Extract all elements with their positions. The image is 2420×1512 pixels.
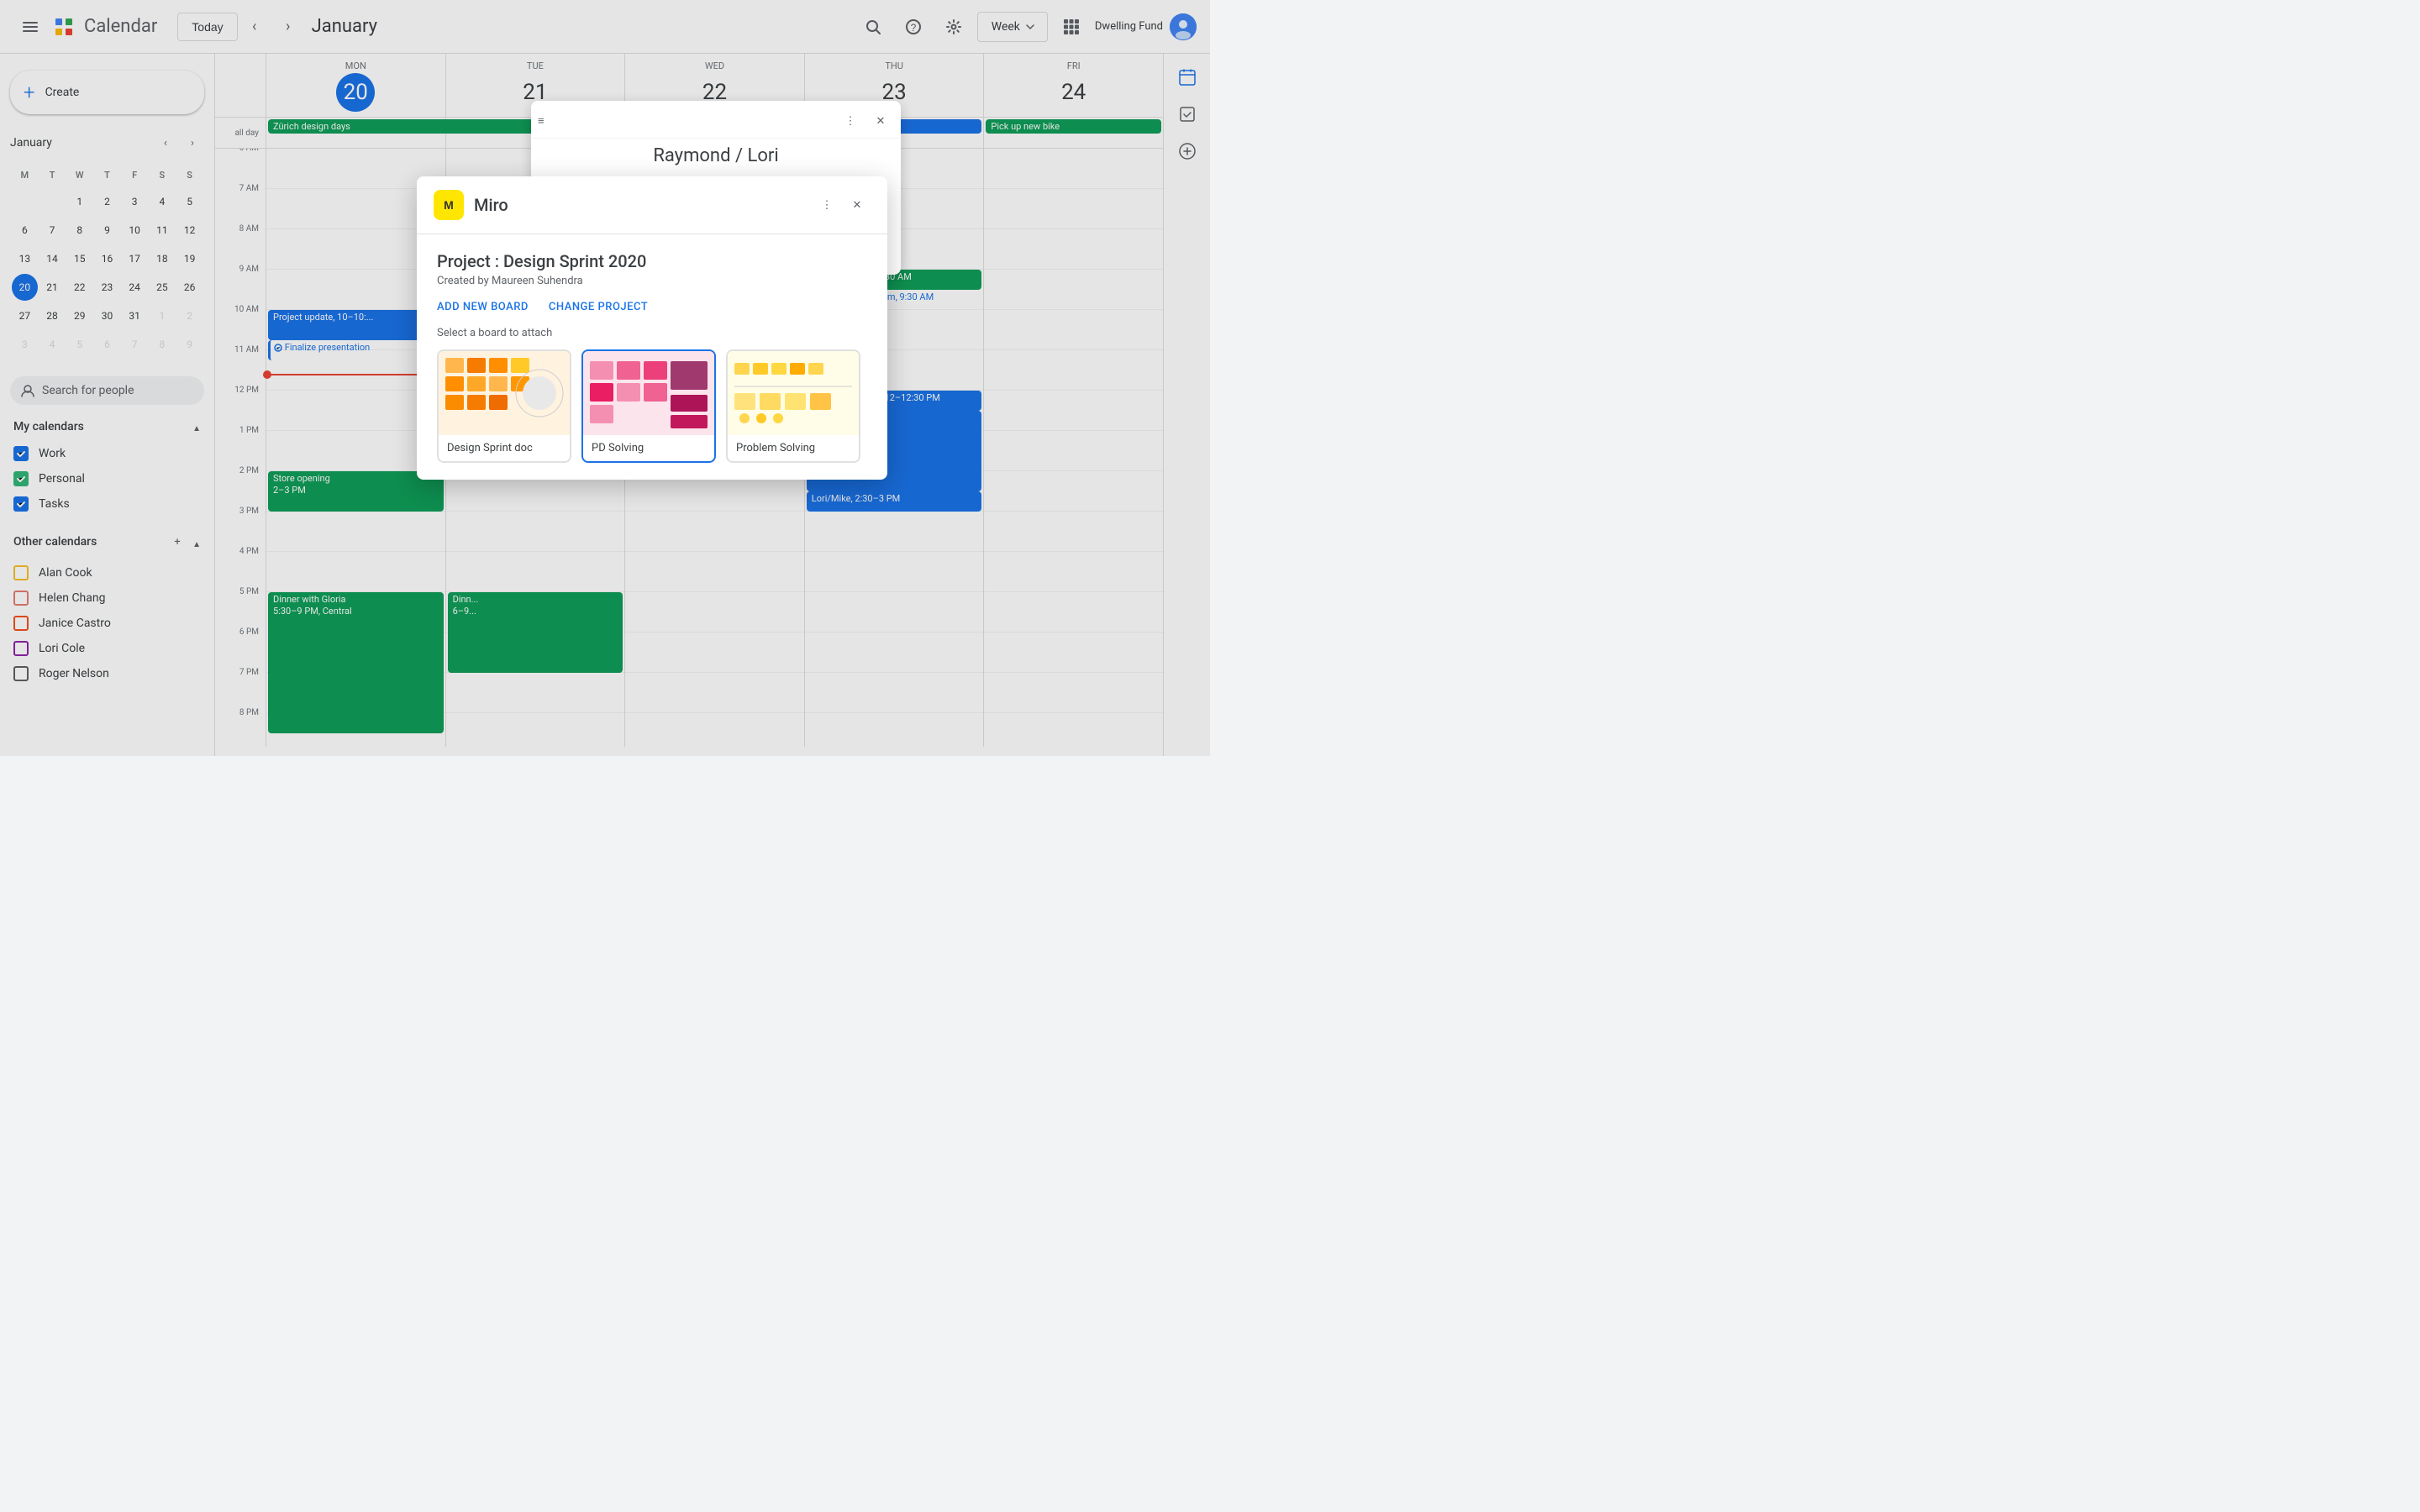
board-pd-svg xyxy=(583,351,714,435)
miro-logo-icon: M xyxy=(439,195,459,215)
miro-body: Project : Design Sprint 2020 Created by … xyxy=(417,234,887,480)
miro-boards: Design Sprint doc xyxy=(437,349,867,463)
change-project-link[interactable]: CHANGE PROJECT xyxy=(549,301,648,313)
add-new-board-link[interactable]: ADD NEW BOARD xyxy=(437,301,529,313)
miro-select-label: Select a board to attach xyxy=(437,327,867,339)
svg-text:M: M xyxy=(444,198,454,212)
miro-project-name: Project : Design Sprint 2020 xyxy=(437,251,867,271)
miro-title-row: M Miro xyxy=(434,190,508,220)
event-dialog-actions: ⋮ ✕ xyxy=(837,108,894,134)
event-more-options-icon[interactable]: ⋮ xyxy=(837,108,864,134)
board-design-sprint[interactable]: Design Sprint doc xyxy=(437,349,571,463)
event-dialog-title: Raymond / Lori xyxy=(531,139,901,170)
event-close-icon[interactable]: ✕ xyxy=(867,108,894,134)
miro-actions: ADD NEW BOARD CHANGE PROJECT xyxy=(437,301,867,313)
drag-handle-icon: ≡ xyxy=(538,114,544,128)
miro-app-name: Miro xyxy=(474,195,508,215)
miro-header-actions: ⋮ ✕ xyxy=(813,192,871,218)
miro-close-icon[interactable]: ✕ xyxy=(844,192,871,218)
board-name-pd-solving: PD Solving xyxy=(583,435,714,461)
board-problem-solving[interactable]: Problem Solving xyxy=(726,349,860,463)
miro-created-by: Created by Maureen Suhendra xyxy=(437,275,867,287)
board-preview-svg xyxy=(439,351,570,435)
miro-dialog: M Miro ⋮ ✕ Project : Design Sprint 2020 … xyxy=(417,176,887,480)
miro-header: M Miro ⋮ ✕ xyxy=(417,176,887,234)
board-thumb-design-sprint xyxy=(439,351,570,435)
board-name-design-sprint: Design Sprint doc xyxy=(439,435,570,461)
board-thumb-problem-solving xyxy=(728,351,859,435)
miro-logo: M xyxy=(434,190,464,220)
event-dialog-header: ≡ ⋮ ✕ xyxy=(531,101,901,139)
board-pd-solving[interactable]: PD Solving xyxy=(581,349,716,463)
miro-more-icon[interactable]: ⋮ xyxy=(813,192,840,218)
board-name-problem-solving: Problem Solving xyxy=(728,435,859,461)
board-ps-svg xyxy=(728,351,859,435)
board-thumb-pd-solving xyxy=(583,351,714,435)
